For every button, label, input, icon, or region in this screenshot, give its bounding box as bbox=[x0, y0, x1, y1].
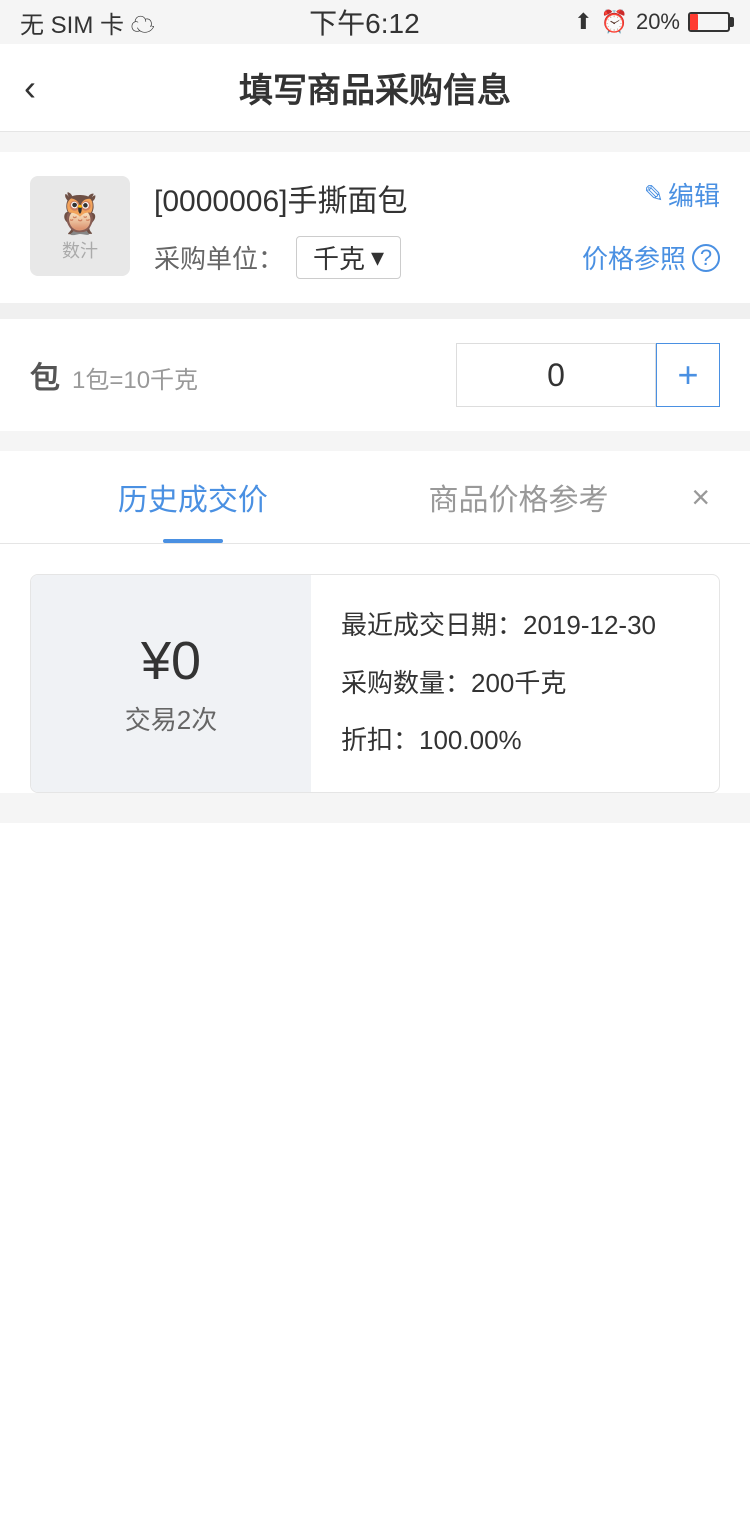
product-second-row: 采购单位： 千克 ▾ 价格参照 ? bbox=[154, 236, 720, 279]
price-right-panel: 最近成交日期：2019-12-30 采购数量：200千克 折扣：100.00% bbox=[311, 575, 719, 792]
location-icon: ⬆ bbox=[574, 9, 592, 35]
battery-fill bbox=[690, 14, 698, 30]
nav-bar: ‹ 填写商品采购信息 bbox=[0, 44, 750, 132]
product-card: 🦉 数汁 [0000006]手撕面包 ✎ 编辑 采购单位： 千克 ▾ 价格参照 … bbox=[0, 152, 750, 303]
tab-history-price[interactable]: 历史成交价 bbox=[30, 451, 356, 543]
edit-icon: ✎ bbox=[644, 180, 664, 209]
currency-symbol: ¥ bbox=[141, 631, 171, 691]
quantity-plus-button[interactable]: + bbox=[656, 343, 720, 407]
tab-product-price-ref[interactable]: 商品价格参考 bbox=[356, 451, 682, 543]
product-name: [0000006]手撕面包 bbox=[154, 176, 407, 220]
quantity-label: 包 1包=10千克 bbox=[30, 353, 198, 397]
recent-date-value: 2019-12-30 bbox=[523, 610, 656, 640]
page-fill bbox=[0, 823, 750, 1523]
price-left-panel: ¥0 交易2次 bbox=[31, 575, 311, 792]
status-right: ⬆ ⏰ 20% bbox=[574, 9, 730, 35]
purchase-qty-row: 采购数量：200千克 bbox=[341, 663, 689, 705]
price-ref-label: 价格参照 bbox=[582, 239, 686, 276]
quantity-controls: + bbox=[456, 343, 720, 407]
price-card: ¥0 交易2次 最近成交日期：2019-12-30 采购数量：200千克 折扣：… bbox=[30, 574, 720, 793]
price-amount: ¥0 bbox=[141, 630, 201, 692]
amount-value: 0 bbox=[171, 631, 201, 691]
discount-label: 折扣： bbox=[341, 725, 419, 755]
unit-dropdown[interactable]: 千克 ▾ bbox=[296, 236, 401, 279]
page-title: 填写商品采购信息 bbox=[239, 63, 511, 112]
edit-label: 编辑 bbox=[668, 176, 720, 213]
status-left: 无 SIM 卡 ☁ bbox=[20, 5, 155, 40]
back-button[interactable]: ‹ bbox=[24, 67, 36, 109]
sim-signal: 无 SIM 卡 ☁ bbox=[20, 5, 155, 40]
recent-date-label: 最近成交日期： bbox=[341, 610, 523, 640]
product-logo-label: 数汁 bbox=[62, 237, 98, 263]
status-bar: 无 SIM 卡 ☁ 下午6:12 ⬆ ⏰ 20% bbox=[0, 0, 750, 44]
unit-icon: 包 bbox=[30, 353, 60, 397]
price-ref-help-icon: ? bbox=[692, 244, 720, 272]
price-reference-button[interactable]: 价格参照 ? bbox=[582, 239, 720, 276]
product-unit-row: 采购单位： 千克 ▾ bbox=[154, 236, 401, 279]
quantity-row: 包 1包=10千克 + bbox=[0, 319, 750, 431]
product-header: [0000006]手撕面包 ✎ 编辑 bbox=[154, 176, 720, 220]
tab-close-button[interactable]: × bbox=[681, 469, 720, 526]
edit-button[interactable]: ✎ 编辑 bbox=[644, 176, 720, 213]
tab-header: 历史成交价 商品价格参考 × bbox=[0, 451, 750, 544]
tab-section: 历史成交价 商品价格参考 × ¥0 交易2次 最近成交日期：2019-12-30… bbox=[0, 451, 750, 793]
product-info: [0000006]手撕面包 ✎ 编辑 采购单位： 千克 ▾ 价格参照 ? bbox=[154, 176, 720, 279]
product-logo-icon: 🦉 bbox=[55, 190, 105, 237]
unit-value: 千克 bbox=[313, 239, 365, 276]
purchase-qty-label: 采购数量： bbox=[341, 668, 471, 698]
alarm-icon: ⏰ bbox=[601, 9, 628, 35]
battery-percent: 20% bbox=[636, 9, 680, 35]
quantity-hint: 1包=10千克 bbox=[72, 360, 198, 395]
quantity-input[interactable] bbox=[456, 343, 656, 407]
section-divider bbox=[0, 303, 750, 319]
discount-value: 100.00% bbox=[419, 725, 522, 755]
purchase-qty-value: 200千克 bbox=[471, 668, 566, 698]
dropdown-arrow-icon: ▾ bbox=[371, 242, 384, 273]
price-transactions: 交易2次 bbox=[125, 700, 217, 737]
battery-icon bbox=[688, 12, 730, 32]
unit-label: 采购单位： bbox=[154, 239, 284, 276]
recent-date-row: 最近成交日期：2019-12-30 bbox=[341, 605, 689, 647]
discount-row: 折扣：100.00% bbox=[341, 720, 689, 762]
status-time: 下午6:12 bbox=[309, 2, 420, 42]
product-thumbnail: 🦉 数汁 bbox=[30, 176, 130, 276]
